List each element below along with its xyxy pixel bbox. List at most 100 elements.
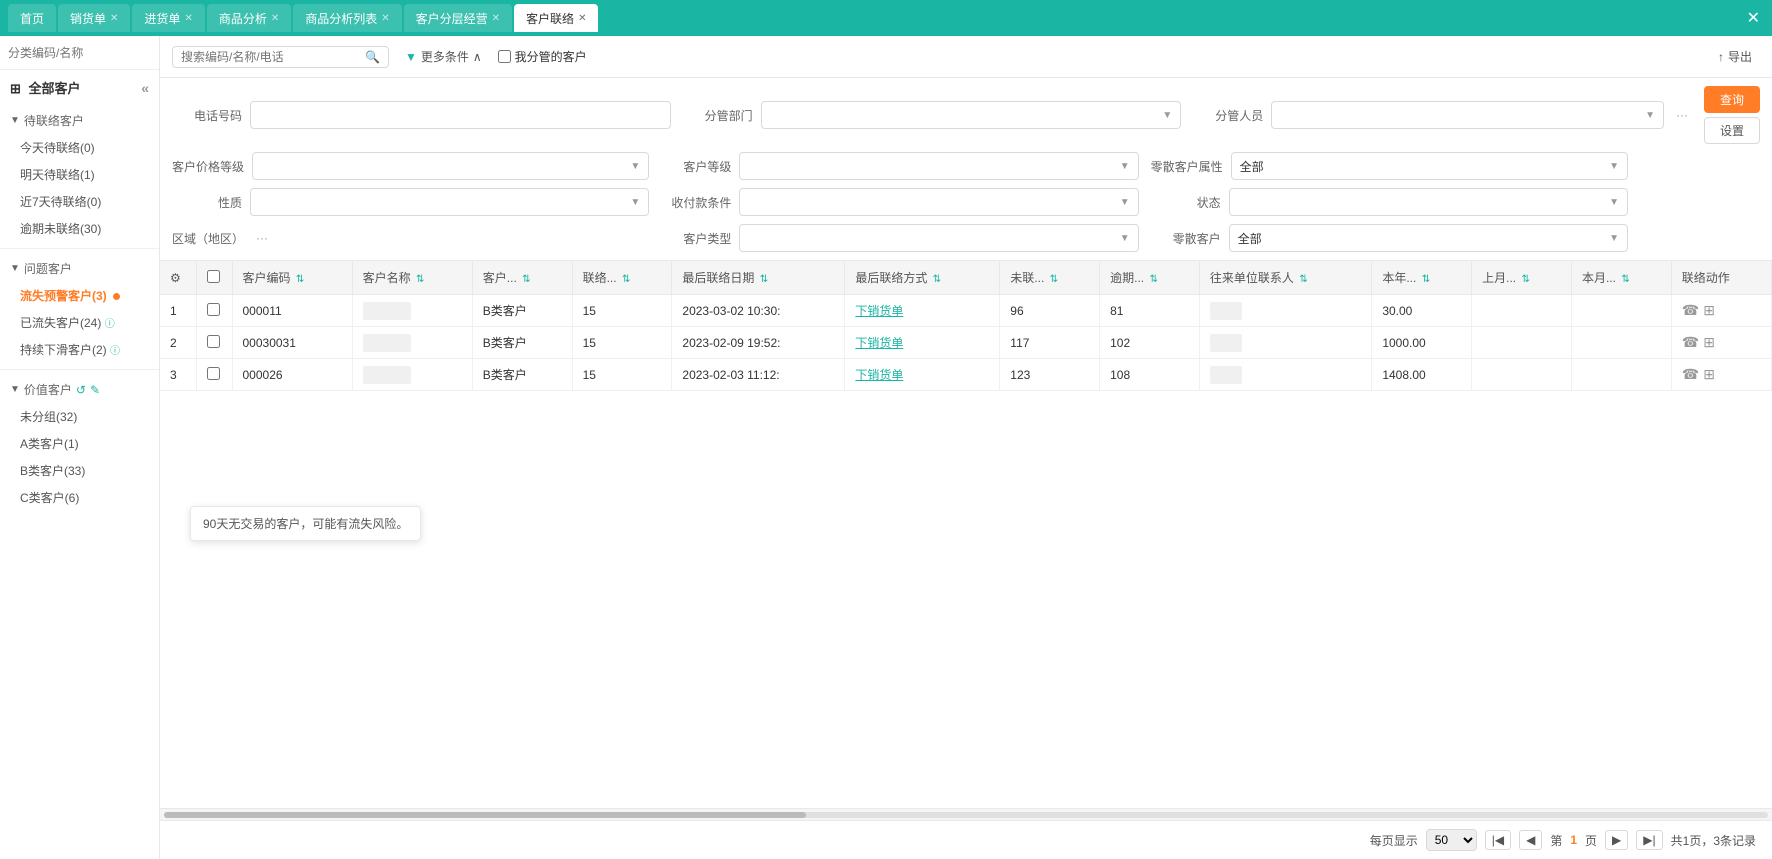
filter-dept-select[interactable]: ▼ — [761, 101, 1182, 129]
table-select-all-checkbox[interactable] — [207, 270, 220, 283]
scroll-track — [164, 812, 1768, 818]
th-code[interactable]: 客户编码 ⇅ — [232, 261, 352, 295]
filter-payment-select[interactable]: ▼ — [739, 188, 1138, 216]
th-contact-person[interactable]: 往来单位联系人 ⇅ — [1199, 261, 1371, 295]
action-more-icon-0[interactable]: ⊞ — [1703, 302, 1715, 319]
sidebar-item-class-b[interactable]: B类客户(33) — [0, 457, 159, 484]
tab-home[interactable]: 首页 — [8, 4, 56, 32]
tab-purchase[interactable]: 进货单 ✕ — [132, 4, 204, 32]
sidebar-item-churned[interactable]: 已流失客户(24) ⓘ — [0, 309, 159, 336]
filter-btn[interactable]: ▼ 更多条件 ∧ — [397, 44, 490, 69]
sidebar-group-problem-header[interactable]: ▼ 问题客户 — [0, 255, 159, 282]
tab-purchase-close[interactable]: ✕ — [184, 13, 192, 24]
sidebar-item-declining[interactable]: 持续下滑客户(2) ⓘ — [0, 336, 159, 363]
th-last-month[interactable]: 上月... ⇅ — [1472, 261, 1572, 295]
sidebar-group-pending-header[interactable]: ▼ 待联络客户 — [0, 107, 159, 134]
th-name-label: 客户名称 — [363, 271, 411, 285]
cell-checkbox-0[interactable] — [196, 295, 232, 327]
filter-status-select[interactable]: ▼ — [1229, 188, 1628, 216]
window-close-button[interactable]: ✕ — [1743, 4, 1764, 32]
sidebar-all-customers[interactable]: ⊞ 全部客户 « — [0, 70, 159, 105]
th-last-date[interactable]: 最后联络日期 ⇅ — [672, 261, 845, 295]
settings-button[interactable]: 设置 — [1704, 117, 1760, 144]
th-this-month[interactable]: 本月... ⇅ — [1571, 261, 1671, 295]
filter-retail-customer-chevron: ▼ — [1609, 233, 1619, 244]
scroll-thumb[interactable] — [164, 812, 806, 818]
filter-nature-select[interactable]: ▼ — [250, 188, 649, 216]
search-input[interactable] — [181, 50, 361, 64]
tab-product-analysis[interactable]: 商品分析 ✕ — [207, 4, 291, 32]
th-this-year[interactable]: 本年... ⇅ — [1372, 261, 1472, 295]
per-page-select[interactable]: 50 100 200 — [1426, 829, 1477, 851]
tab-product-list-close[interactable]: ✕ — [381, 13, 389, 24]
query-button[interactable]: 查询 — [1704, 86, 1760, 113]
last-method-link-1[interactable]: 下销货单 — [855, 336, 903, 350]
action-more-icon-2[interactable]: ⊞ — [1703, 366, 1715, 383]
last-method-link-2[interactable]: 下销货单 — [855, 368, 903, 382]
th-contact-count[interactable]: 联络... ⇅ — [572, 261, 672, 295]
tab-customer-tier-close[interactable]: ✕ — [492, 13, 500, 24]
th-uncontacted[interactable]: 未联... ⇅ — [1000, 261, 1100, 295]
tab-customer-contact-close[interactable]: ✕ — [578, 13, 586, 24]
pagination-next[interactable]: ▶ — [1605, 830, 1628, 850]
th-last-method[interactable]: 最后联络方式 ⇅ — [845, 261, 1000, 295]
filter-customer-grade-select[interactable]: ▼ — [739, 152, 1138, 180]
sidebar-item-class-c[interactable]: C类客户(6) — [0, 484, 159, 511]
tab-customer-tier[interactable]: 客户分层经营 ✕ — [404, 4, 512, 32]
row-checkbox-1[interactable] — [207, 335, 220, 348]
sidebar-item-churn-warning[interactable]: 流失预警客户(3) — [0, 282, 159, 309]
row-checkbox-0[interactable] — [207, 303, 220, 316]
action-more-icon-1[interactable]: ⊞ — [1703, 334, 1715, 351]
value-refresh-icon[interactable]: ↺ — [76, 383, 86, 397]
sidebar-collapse-icon[interactable]: « — [141, 80, 149, 96]
sidebar-search-input[interactable] — [8, 46, 160, 60]
cell-last-method-2[interactable]: 下销货单 — [845, 359, 1000, 391]
th-checkbox[interactable] — [196, 261, 232, 295]
toolbar-search-icon[interactable]: 🔍 — [365, 50, 380, 64]
sidebar-item-overdue[interactable]: 逾期未联络(30) — [0, 215, 159, 242]
pagination-prev[interactable]: ◀ — [1519, 830, 1542, 850]
filter-price-grade-select[interactable]: ▼ — [252, 152, 649, 180]
th-type[interactable]: 客户... ⇅ — [472, 261, 572, 295]
action-contact-icon-0[interactable]: ☎ — [1682, 302, 1699, 319]
filter-region-dots[interactable]: ··· — [252, 231, 272, 245]
sidebar-item-ungrouped[interactable]: 未分组(32) — [0, 403, 159, 430]
th-settings[interactable]: ⚙ — [160, 261, 196, 295]
tab-product-list[interactable]: 商品分析列表 ✕ — [293, 4, 401, 32]
filter-retail-customer-select[interactable]: 全部 ▼ — [1229, 224, 1628, 252]
my-customers-checkbox[interactable] — [498, 50, 511, 63]
sidebar-group-value-header[interactable]: ▼ 价值客户 ↺ ✎ — [0, 376, 159, 403]
value-edit-icon[interactable]: ✎ — [90, 383, 100, 397]
filter-retail-attr-select[interactable]: 全部 ▼ — [1231, 152, 1628, 180]
filter-customer-type-select[interactable]: ▼ — [739, 224, 1138, 252]
filter-manager-select[interactable]: ▼ — [1271, 101, 1664, 129]
sidebar-item-class-a[interactable]: A类客户(1) — [0, 430, 159, 457]
action-contact-icon-1[interactable]: ☎ — [1682, 334, 1699, 351]
th-name[interactable]: 客户名称 ⇅ — [352, 261, 472, 295]
cell-last-method-0[interactable]: 下销货单 — [845, 295, 1000, 327]
my-customers-checkbox-label[interactable]: 我分管的客户 — [498, 48, 587, 65]
cell-code-0: 000011 — [232, 295, 352, 327]
cell-checkbox-1[interactable] — [196, 327, 232, 359]
tab-customer-contact[interactable]: 客户联络 ✕ — [514, 4, 598, 32]
horizontal-scrollbar[interactable] — [160, 808, 1772, 820]
cell-last-method-1[interactable]: 下销货单 — [845, 327, 1000, 359]
sidebar-item-7days[interactable]: 近7天待联络(0) — [0, 188, 159, 215]
filter-manager-dots[interactable]: ··· — [1672, 108, 1692, 122]
last-method-link-0[interactable]: 下销货单 — [855, 304, 903, 318]
cell-checkbox-2[interactable] — [196, 359, 232, 391]
th-overdue[interactable]: 逾期... ⇅ — [1100, 261, 1200, 295]
row-checkbox-2[interactable] — [207, 367, 220, 380]
settings-gear-icon[interactable]: ⚙ — [170, 271, 181, 285]
sidebar-item-today[interactable]: 今天待联络(0) — [0, 134, 159, 161]
pagination-last[interactable]: ▶| — [1636, 830, 1662, 850]
filter-phone-input[interactable] — [250, 101, 671, 129]
action-contact-icon-2[interactable]: ☎ — [1682, 366, 1699, 383]
sidebar-item-tomorrow[interactable]: 明天待联络(1) — [0, 161, 159, 188]
export-btn[interactable]: ↑ 导出 — [1710, 44, 1760, 69]
tab-sales[interactable]: 销货单 ✕ — [58, 4, 130, 32]
tab-product-analysis-close[interactable]: ✕ — [271, 13, 279, 24]
tab-sales-close[interactable]: ✕ — [110, 13, 118, 24]
sidebar-root-label: 全部客户 — [29, 81, 81, 96]
pagination-first[interactable]: |◀ — [1485, 830, 1511, 850]
